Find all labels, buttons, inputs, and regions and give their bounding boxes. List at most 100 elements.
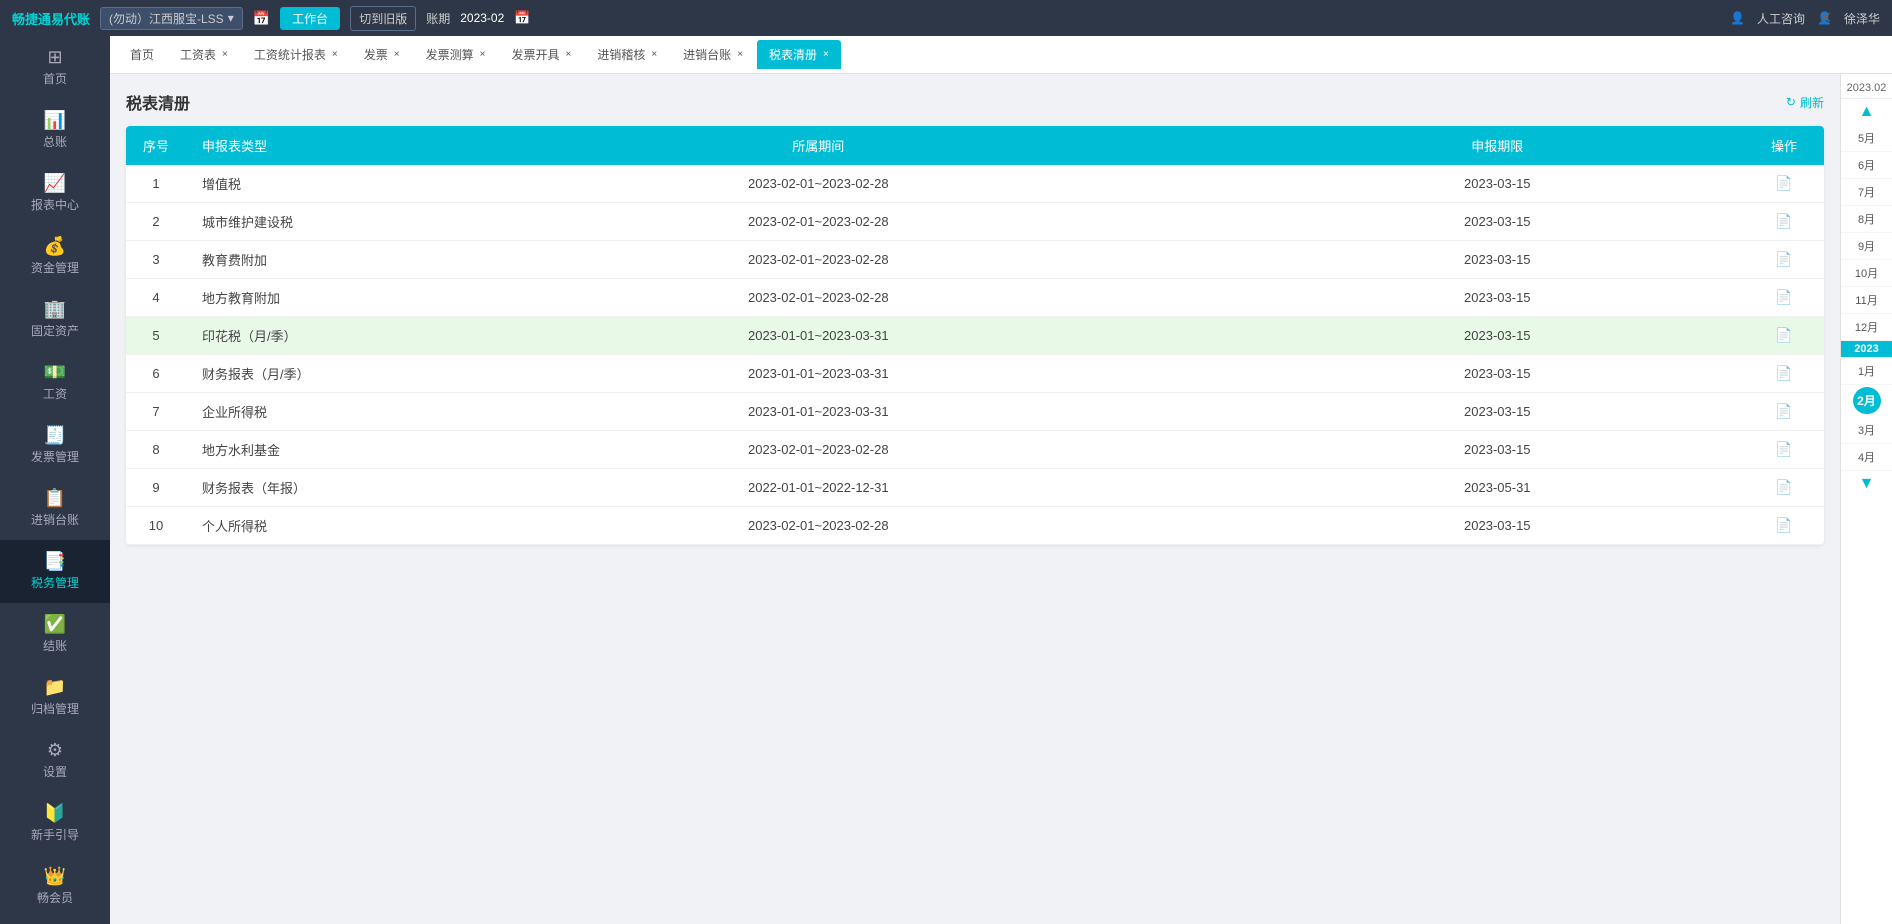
- tab-invoice-calc[interactable]: 发票测算 ×: [414, 40, 498, 69]
- month-item-10[interactable]: 10月: [1841, 260, 1892, 287]
- month-item-3[interactable]: 3月: [1841, 417, 1892, 444]
- ai-consult-icon: 👤: [1730, 11, 1745, 25]
- refresh-button[interactable]: ↻ 刷新: [1786, 94, 1824, 111]
- settle-icon: ✅: [44, 615, 66, 633]
- tab-invoice-calc-close[interactable]: ×: [480, 49, 486, 60]
- sidebar-item-settle[interactable]: ✅ 结账: [0, 603, 110, 666]
- month-item-11[interactable]: 11月: [1841, 287, 1892, 314]
- right-panel: 2023.02 ▲ 5月 6月 7月 8月 9月 10月 11月 12月 202…: [1840, 74, 1892, 924]
- sidebar: ⊞ 首页 📊 总账 📈 报表中心 💰 资金管理 🏢 固定资产 💵 工资 🧾 发票…: [0, 36, 110, 924]
- top-bar-right: 👤 人工咨询 👤 徐泽华: [1730, 10, 1880, 27]
- sidebar-item-home[interactable]: ⊞ 首页: [0, 36, 110, 99]
- sidebar-item-report[interactable]: 📈 报表中心: [0, 162, 110, 225]
- cell-no: 4: [126, 279, 186, 317]
- tab-salary-stat-close[interactable]: ×: [332, 49, 338, 60]
- cell-action: 📄: [1744, 355, 1824, 393]
- sidebar-item-inout[interactable]: 📋 进销台账: [0, 477, 110, 540]
- sidebar-item-member[interactable]: 👑 畅会员: [0, 855, 110, 918]
- view-action-icon[interactable]: 📄: [1775, 289, 1792, 305]
- company-name: (勿动）江西服宝-LSS: [109, 10, 224, 27]
- sidebar-item-archive[interactable]: 📁 归档管理: [0, 666, 110, 729]
- cell-type: 印花税（月/季）: [186, 317, 386, 355]
- tab-in-ledger-close[interactable]: ×: [737, 49, 743, 60]
- tab-tax-list-close[interactable]: ×: [823, 49, 829, 60]
- cell-action: 📄: [1744, 279, 1824, 317]
- view-action-icon[interactable]: 📄: [1775, 213, 1792, 229]
- cell-no: 1: [126, 165, 186, 203]
- tab-in-ledger[interactable]: 进销台账 ×: [671, 40, 755, 69]
- sidebar-label-fixed: 固定资产: [31, 322, 79, 339]
- tab-salary-table-close[interactable]: ×: [222, 49, 228, 60]
- sidebar-item-invoice[interactable]: 🧾 发票管理: [0, 414, 110, 477]
- workbench-button[interactable]: 工作台: [280, 7, 340, 30]
- view-action-icon[interactable]: 📄: [1775, 365, 1792, 381]
- month-item-4[interactable]: 4月: [1841, 444, 1892, 471]
- sidebar-item-settings[interactable]: ⚙ 设置: [0, 729, 110, 792]
- sidebar-label-settings: 设置: [43, 763, 67, 780]
- cell-action: 📄: [1744, 241, 1824, 279]
- user-name[interactable]: 徐泽华: [1844, 10, 1880, 27]
- cell-action: 📄: [1744, 469, 1824, 507]
- view-action-icon[interactable]: 📄: [1775, 517, 1792, 533]
- col-period: 所属期间: [386, 126, 1251, 165]
- sidebar-item-tax[interactable]: 📑 税务管理: [0, 540, 110, 603]
- sidebar-item-fixed[interactable]: 🏢 固定资产: [0, 288, 110, 351]
- month-item-8[interactable]: 8月: [1841, 206, 1892, 233]
- view-action-icon[interactable]: 📄: [1775, 441, 1792, 457]
- tab-in-ledger-label: 进销台账: [683, 46, 731, 63]
- tab-in-check[interactable]: 进销稽核 ×: [585, 40, 669, 69]
- view-action-icon[interactable]: 📄: [1775, 175, 1792, 191]
- month-item-6[interactable]: 6月: [1841, 152, 1892, 179]
- sidebar-item-fund[interactable]: 💰 资金管理: [0, 225, 110, 288]
- view-action-icon[interactable]: 📄: [1775, 251, 1792, 267]
- scroll-down-button[interactable]: ▼: [1859, 471, 1875, 497]
- tab-invoice-close[interactable]: ×: [394, 49, 400, 60]
- month-item-7[interactable]: 7月: [1841, 179, 1892, 206]
- scroll-up-button[interactable]: ▲: [1859, 99, 1875, 125]
- tab-tax-list[interactable]: 税表清册 ×: [757, 40, 841, 69]
- sidebar-item-salary[interactable]: 💵 工资: [0, 351, 110, 414]
- tab-invoice-issue-close[interactable]: ×: [565, 49, 571, 60]
- tab-invoice-label: 发票: [364, 46, 388, 63]
- cell-action: 📄: [1744, 431, 1824, 469]
- archive-icon: 📁: [44, 678, 66, 696]
- tab-home[interactable]: 首页: [118, 40, 166, 69]
- table-row: 9财务报表（年报）2022-01-01~2022-12-312023-05-31…: [126, 469, 1824, 507]
- tab-invoice-issue[interactable]: 发票开具 ×: [499, 40, 583, 69]
- view-action-icon[interactable]: 📄: [1775, 327, 1792, 343]
- tab-salary-table[interactable]: 工资表 ×: [168, 40, 240, 69]
- tab-in-check-close[interactable]: ×: [651, 49, 657, 60]
- view-action-icon[interactable]: 📄: [1775, 479, 1792, 495]
- sidebar-item-ledger[interactable]: 📊 总账: [0, 99, 110, 162]
- month-item-2-active[interactable]: 2月: [1853, 387, 1881, 415]
- view-action-icon[interactable]: 📄: [1775, 403, 1792, 419]
- old-version-button[interactable]: 切到旧版: [350, 6, 416, 31]
- cell-period: 2023-02-01~2023-02-28: [386, 203, 1251, 241]
- cell-deadline: 2023-03-15: [1251, 317, 1744, 355]
- tax-icon: 📑: [44, 552, 66, 570]
- refresh-label: 刷新: [1800, 94, 1824, 111]
- member-icon: 👑: [44, 867, 66, 885]
- tab-invoice[interactable]: 发票 ×: [352, 40, 412, 69]
- table-row: 4地方教育附加2023-02-01~2023-02-282023-03-15📄: [126, 279, 1824, 317]
- sidebar-item-guide[interactable]: 🔰 新手引导: [0, 792, 110, 855]
- cell-type: 财务报表（年报）: [186, 469, 386, 507]
- cell-no: 2: [126, 203, 186, 241]
- cell-type: 财务报表（月/季）: [186, 355, 386, 393]
- month-item-5[interactable]: 5月: [1841, 125, 1892, 152]
- invoice-icon: 🧾: [44, 426, 66, 444]
- tab-salary-stat[interactable]: 工资统计报表 ×: [242, 40, 350, 69]
- content-area: 首页 工资表 × 工资统计报表 × 发票 × 发票测算 × 发票开具 ×: [110, 36, 1892, 924]
- cell-period: 2023-02-01~2023-02-28: [386, 279, 1251, 317]
- month-item-1[interactable]: 1月: [1841, 358, 1892, 385]
- table-row: 8地方水利基金2023-02-01~2023-02-282023-03-15📄: [126, 431, 1824, 469]
- salary-icon: 💵: [44, 363, 66, 381]
- tab-salary-table-label: 工资表: [180, 46, 216, 63]
- cell-action: 📄: [1744, 507, 1824, 545]
- cell-period: 2023-01-01~2023-03-31: [386, 393, 1251, 431]
- month-item-12[interactable]: 12月: [1841, 314, 1892, 341]
- company-selector[interactable]: (勿动）江西服宝-LSS ▾: [100, 7, 243, 30]
- ai-consult-link[interactable]: 人工咨询: [1757, 10, 1805, 27]
- tax-table: 序号 申报表类型 所属期间 申报期限 操作 1增值税2023-02-01~202…: [126, 126, 1824, 545]
- month-item-9[interactable]: 9月: [1841, 233, 1892, 260]
